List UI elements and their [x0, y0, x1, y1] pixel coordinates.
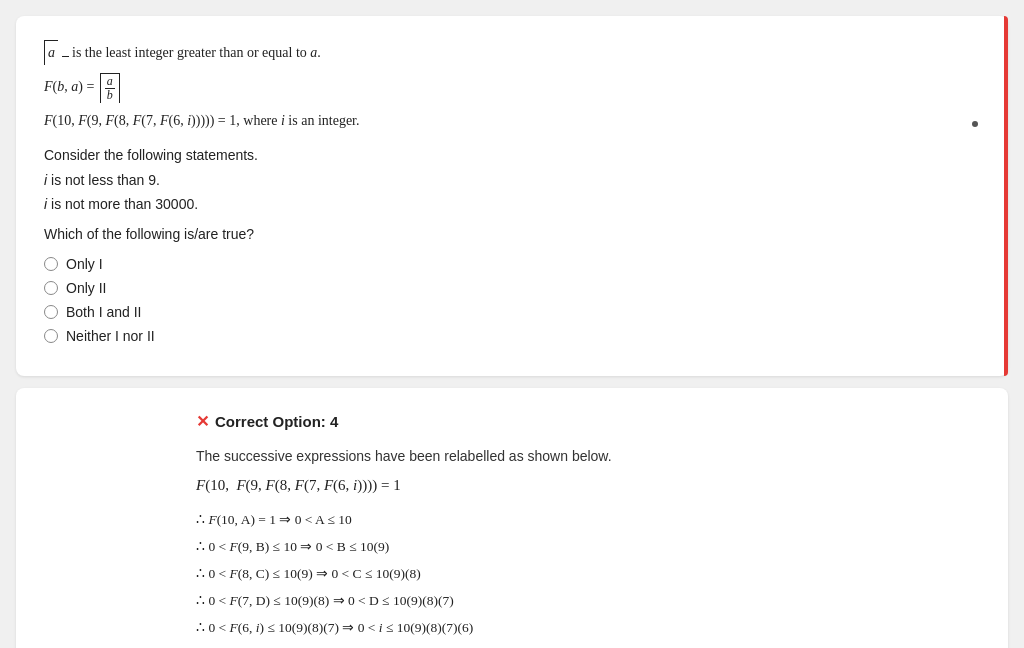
explanation-intro: The successive expressions have been rel…	[196, 445, 980, 467]
option-2-label: Only II	[66, 280, 106, 296]
correct-option-label: ✕ Correct Option: 4	[196, 412, 980, 431]
question-text: Which of the following is/are true?	[44, 226, 980, 242]
option-4-label: Neither I nor II	[66, 328, 155, 344]
option-1[interactable]: Only I	[44, 256, 980, 272]
option-3-label: Both I and II	[66, 304, 142, 320]
derivation-lines: ∴ F(10, A) = 1 ⇒ 0 < A ≤ 10 ∴ 0 < F(9, B…	[196, 506, 980, 641]
derivation-4: ∴ 0 < F(7, D) ≤ 10(9)(8) ⇒ 0 < D ≤ 10(9)…	[196, 587, 980, 614]
radio-2[interactable]	[44, 281, 58, 295]
answer-main-equation: F(10, F(9, F(8, F(7, F(6, i)))) = 1	[196, 477, 980, 494]
option-3[interactable]: Both I and II	[44, 304, 980, 320]
radio-1[interactable]	[44, 257, 58, 271]
red-bar	[1004, 16, 1008, 376]
ceiling-description: a is the least integer greater than or e…	[44, 40, 980, 65]
option-4[interactable]: Neither I nor II	[44, 328, 980, 344]
statement-2: i is not more than 30000.	[44, 193, 980, 215]
correct-option-text: Correct Option: 4	[215, 413, 338, 430]
formula-fba: F(b, a) = a b	[44, 73, 980, 103]
derivation-3: ∴ 0 < F(8, C) ≤ 10(9) ⇒ 0 < C ≤ 10(9)(8)	[196, 560, 980, 587]
statement-1: i is not less than 9.	[44, 169, 980, 191]
main-equation: F(10, F(9, F(8, F(7, F(6, i))))) = 1, wh…	[44, 109, 980, 133]
option-2[interactable]: Only II	[44, 280, 980, 296]
radio-3[interactable]	[44, 305, 58, 319]
derivation-1: ∴ F(10, A) = 1 ⇒ 0 < A ≤ 10	[196, 506, 980, 533]
x-icon: ✕	[196, 412, 209, 431]
dot-marker	[972, 121, 978, 127]
derivation-2: ∴ 0 < F(9, B) ≤ 10 ⇒ 0 < B ≤ 10(9)	[196, 533, 980, 560]
derivation-5: ∴ 0 < F(6, i) ≤ 10(9)(8)(7) ⇒ 0 < i ≤ 10…	[196, 614, 980, 641]
consider-label: Consider the following statements.	[44, 147, 980, 163]
radio-4[interactable]	[44, 329, 58, 343]
options-list: Only I Only II Both I and II Neither I n…	[44, 256, 980, 344]
answer-card: ✕ Correct Option: 4 The successive expre…	[16, 388, 1008, 648]
question-card: a is the least integer greater than or e…	[16, 16, 1008, 376]
option-1-label: Only I	[66, 256, 103, 272]
